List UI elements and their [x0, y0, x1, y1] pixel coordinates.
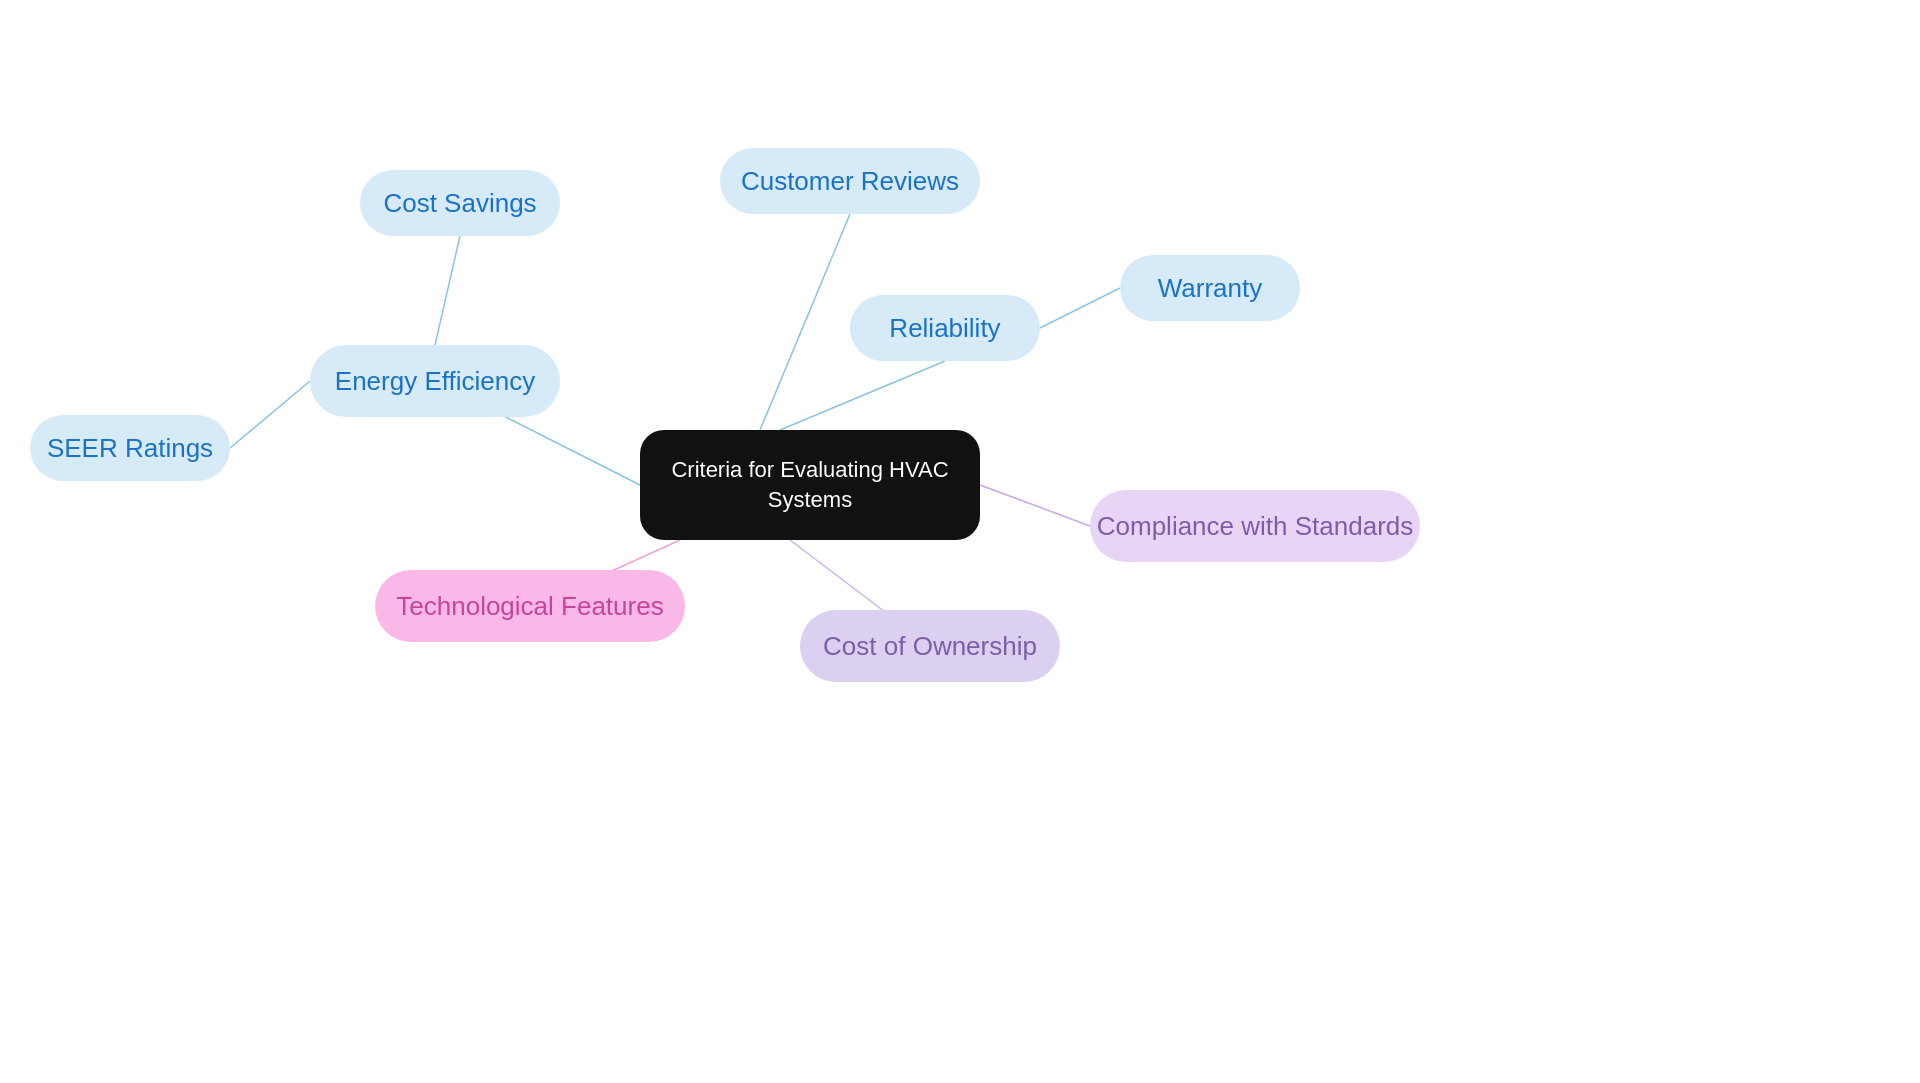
reliability-node: Reliability: [850, 295, 1040, 361]
compliance-node: Compliance with Standards: [1090, 490, 1420, 562]
cost-savings-node: Cost Savings: [360, 170, 560, 236]
svg-line-2: [230, 381, 310, 448]
svg-line-6: [980, 485, 1090, 526]
svg-line-5: [1040, 288, 1120, 328]
svg-line-3: [760, 214, 850, 430]
cost-of-ownership-node: Cost of Ownership: [800, 610, 1060, 682]
seer-ratings-node: SEER Ratings: [30, 415, 230, 481]
svg-line-4: [780, 361, 945, 430]
center-node: Criteria for Evaluating HVACSystems: [640, 430, 980, 540]
energy-efficiency-node: Energy Efficiency: [310, 345, 560, 417]
customer-reviews-node: Customer Reviews: [720, 148, 980, 214]
svg-line-1: [435, 236, 460, 345]
warranty-node: Warranty: [1120, 255, 1300, 321]
technological-features-node: Technological Features: [375, 570, 685, 642]
